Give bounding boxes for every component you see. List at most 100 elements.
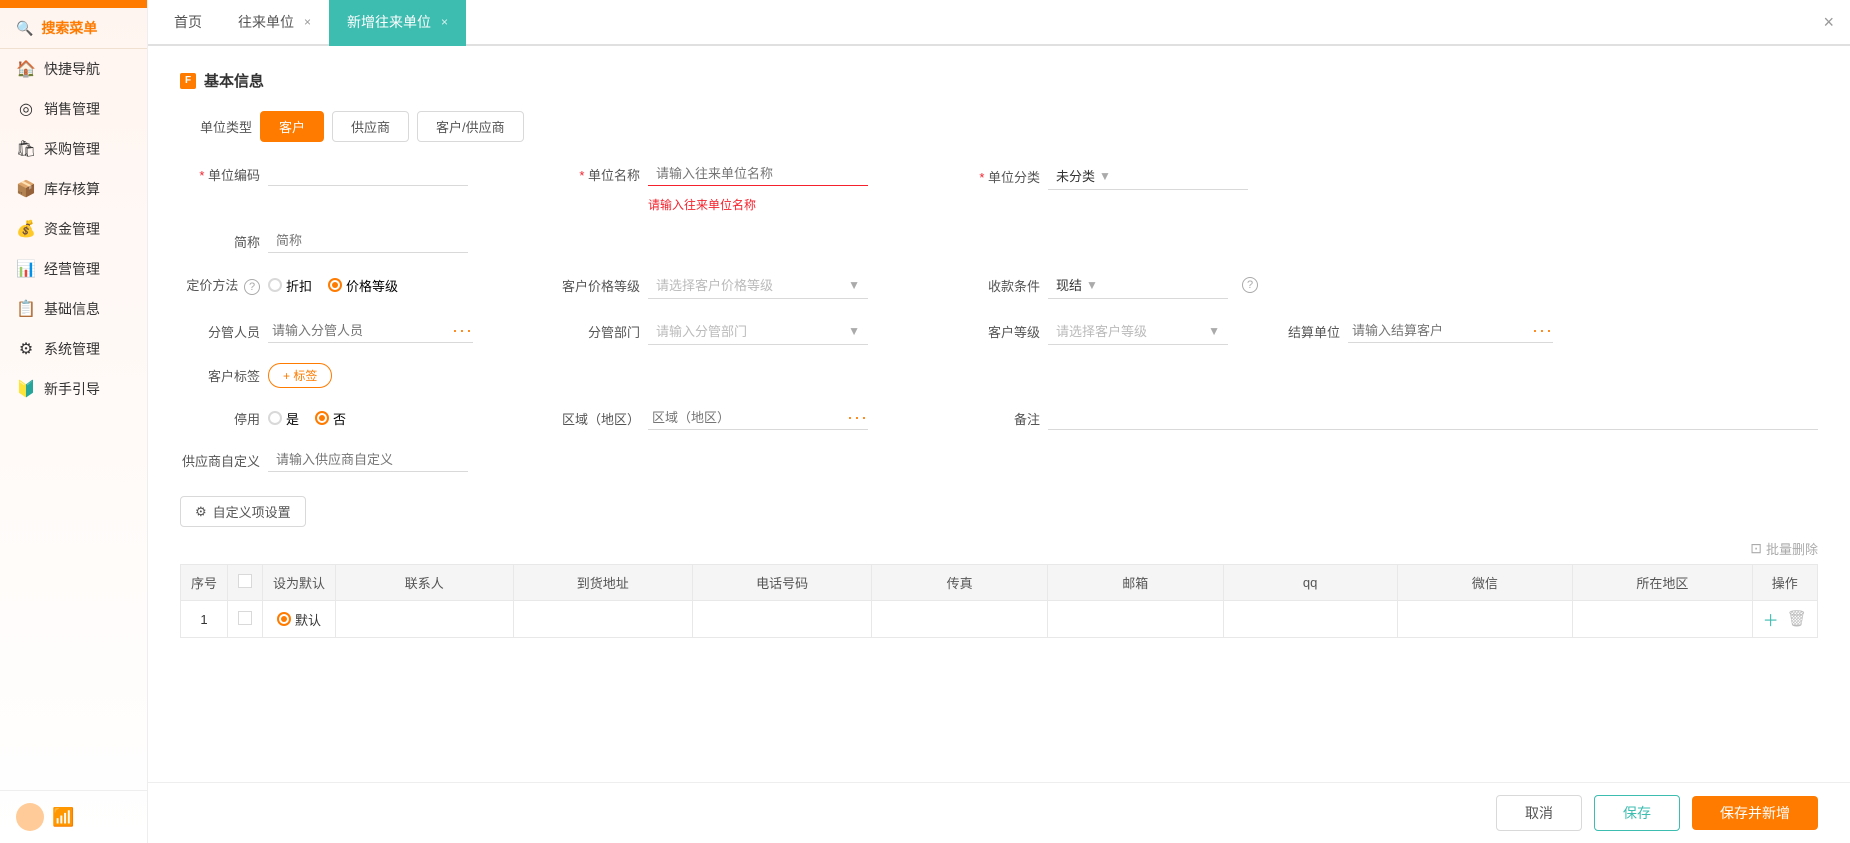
row-region[interactable] (1573, 601, 1752, 638)
type-btn-supplier[interactable]: 供应商 (332, 111, 409, 142)
col-seq: 序号 (181, 565, 228, 601)
row-wechat[interactable] (1397, 601, 1573, 638)
sidebar-item-guide[interactable]: 🔰 新手引导 (0, 369, 147, 409)
home-icon: 🏠 (16, 59, 36, 79)
category-arrow-icon: ▼ (1099, 169, 1111, 183)
pricing-method-label: 定价方法 ? (180, 275, 260, 295)
type-btn-customer[interactable]: 客户 (260, 111, 324, 142)
price-level-radio[interactable] (328, 278, 342, 292)
manager-dots-icon[interactable]: ··· (452, 320, 473, 341)
tab-trading-units[interactable]: 往来单位 × (220, 0, 329, 46)
region-group: 区域（地区） ··· (560, 406, 920, 430)
row-email[interactable] (1047, 601, 1223, 638)
col-wechat: 微信 (1397, 565, 1573, 601)
payment-terms-value: 现结 (1056, 275, 1082, 294)
custom-settings-label: 自定义项设置 (213, 502, 291, 521)
row-qq[interactable] (1223, 601, 1397, 638)
sales-icon: ◎ (16, 99, 36, 119)
dept-placeholder: 请输入分管部门 (656, 321, 844, 340)
abbr-input[interactable] (268, 229, 468, 253)
unit-name-label: 单位名称 (560, 165, 640, 184)
customer-price-level-select[interactable]: 请选择客户价格等级 ▼ (648, 271, 868, 299)
contact-input[interactable] (346, 612, 503, 627)
row-checkbox-input[interactable] (238, 611, 252, 625)
yes-radio[interactable] (268, 411, 282, 425)
pricing-radio-price-level[interactable]: 价格等级 (328, 276, 398, 295)
row-add-icon[interactable]: ＋ (1763, 607, 1779, 631)
no-radio[interactable] (315, 411, 329, 425)
sidebar-item-finance[interactable]: 💰 资金管理 (0, 209, 147, 249)
cancel-button[interactable]: 取消 (1496, 795, 1582, 831)
col-phone: 电话号码 (692, 565, 871, 601)
unit-code-input[interactable]: 000009 (268, 162, 468, 186)
unit-category-group: 单位分类 未分类 ▼ (960, 162, 1248, 190)
sidebar-item-system[interactable]: ⚙ 系统管理 (0, 329, 147, 369)
region-table-input[interactable] (1583, 612, 1741, 627)
row-fax[interactable] (872, 601, 1048, 638)
disabled-radio-yes[interactable]: 是 (268, 409, 299, 428)
qq-input[interactable] (1234, 612, 1387, 627)
avatar (16, 803, 44, 831)
batch-delete-label[interactable]: 批量删除 (1766, 539, 1818, 558)
dept-select[interactable]: 请输入分管部门 ▼ (648, 317, 868, 345)
unit-name-input[interactable] (648, 162, 868, 186)
tab-home[interactable]: 首页 (156, 0, 220, 46)
settlement-unit-input[interactable] (1348, 319, 1532, 342)
col-qq: qq (1223, 565, 1397, 601)
sidebar-item-operations[interactable]: 📊 经营管理 (0, 249, 147, 289)
customer-price-level-label: 客户价格等级 (560, 276, 640, 295)
fax-input[interactable] (882, 612, 1037, 627)
row-default-radio[interactable] (277, 612, 291, 626)
sidebar-item-label: 系统管理 (44, 339, 100, 359)
tab-trading-units-close[interactable]: × (304, 15, 311, 29)
sidebar-item-purchase[interactable]: 🛍 采购管理 (0, 129, 147, 169)
unit-category-select[interactable]: 未分类 ▼ (1048, 162, 1248, 190)
payment-terms-select[interactable]: 现结 ▼ (1048, 271, 1228, 299)
finance-icon: 💰 (16, 219, 36, 239)
wechat-input[interactable] (1408, 612, 1563, 627)
yes-label: 是 (286, 409, 299, 428)
remark-input[interactable] (1048, 406, 1818, 430)
disabled-radio-group: 是 否 (268, 409, 346, 428)
row-address[interactable] (513, 601, 692, 638)
pricing-help-icon[interactable]: ? (244, 279, 260, 295)
header-checkbox[interactable] (238, 574, 252, 588)
system-icon: ⚙ (16, 339, 36, 359)
save-button[interactable]: 保存 (1594, 795, 1680, 831)
row-phone[interactable] (692, 601, 871, 638)
tab-new-trading-unit-close[interactable]: × (441, 15, 448, 29)
sidebar-item-label: 采购管理 (44, 139, 100, 159)
row-contact[interactable] (336, 601, 514, 638)
supplier-custom-input[interactable] (268, 448, 468, 472)
address-input[interactable] (524, 612, 682, 627)
settlement-dots-icon[interactable]: ··· (1532, 320, 1553, 341)
row-default-label: 默认 (295, 610, 321, 629)
email-input[interactable] (1058, 612, 1213, 627)
region-label: 区域（地区） (560, 409, 640, 428)
row-delete-icon[interactable]: 🗑 (1787, 609, 1807, 629)
custom-settings-button[interactable]: ⚙ 自定义项设置 (180, 496, 306, 527)
tab-new-trading-unit[interactable]: 新增往来单位 × (329, 0, 466, 46)
customer-level-select[interactable]: 请选择客户等级 ▼ (1048, 317, 1228, 345)
pricing-radio-discount[interactable]: 折扣 (268, 276, 312, 295)
sidebar-item-quick-nav[interactable]: 🏠 快捷导航 (0, 49, 147, 89)
save-new-button[interactable]: 保存并新增 (1692, 796, 1818, 830)
phone-input[interactable] (703, 612, 861, 627)
sidebar-search[interactable]: 🔍 搜索菜单 (0, 8, 147, 49)
type-btn-both[interactable]: 客户/供应商 (417, 111, 524, 142)
tag-add-button[interactable]: + 标签 (268, 363, 332, 388)
disabled-radio-no[interactable]: 否 (315, 409, 346, 428)
sidebar-item-sales[interactable]: ◎ 销售管理 (0, 89, 147, 129)
form-content: F 基本信息 单位类型 客户 供应商 客户/供应商 单位编码 000009 单位… (148, 46, 1850, 782)
payment-help-icon[interactable]: ? (1242, 277, 1258, 293)
region-dots-icon[interactable]: ··· (847, 407, 868, 428)
manager-input[interactable] (268, 319, 452, 342)
pricing-radio-group: 折扣 价格等级 (268, 276, 398, 295)
sidebar-item-inventory[interactable]: 📦 库存核算 (0, 169, 147, 209)
sidebar-item-label: 基础信息 (44, 299, 100, 319)
window-close-icon[interactable]: × (1823, 12, 1834, 33)
table-row: 1 默认 (181, 601, 1818, 638)
discount-radio[interactable] (268, 278, 282, 292)
region-input[interactable] (648, 406, 847, 429)
sidebar-item-basic[interactable]: 📋 基础信息 (0, 289, 147, 329)
